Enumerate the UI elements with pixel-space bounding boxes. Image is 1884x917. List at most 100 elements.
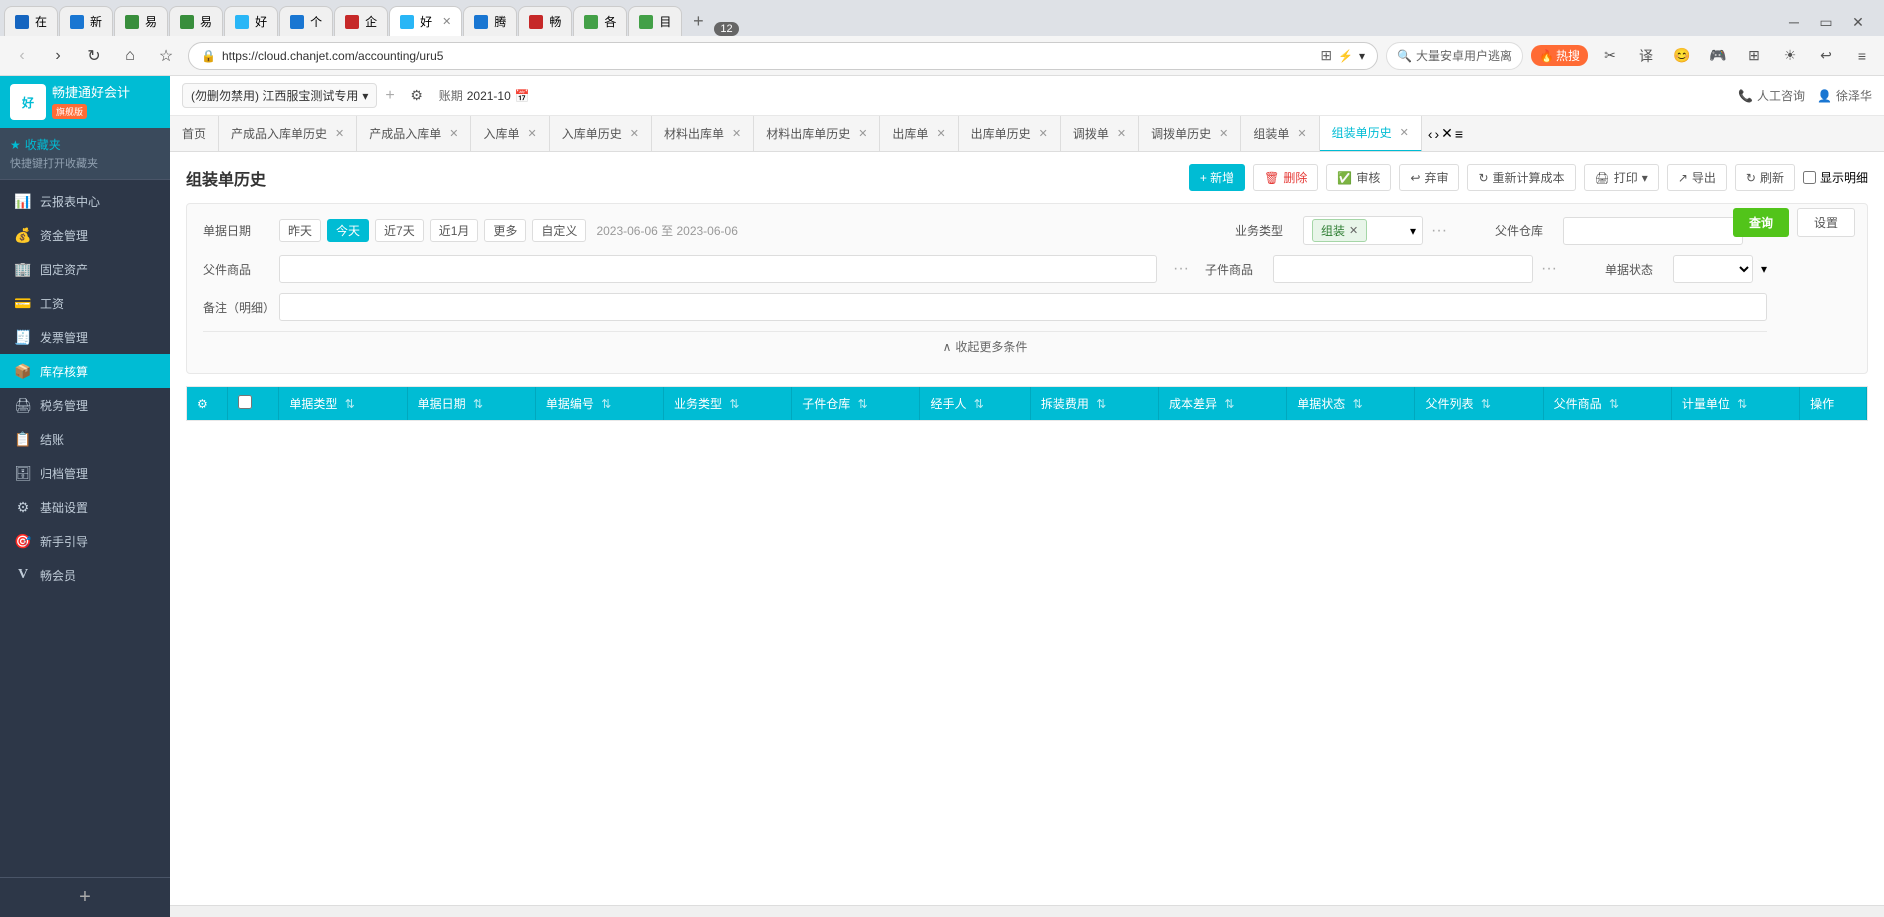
print-button[interactable]: 🖨 打印 ▾ [1584, 164, 1659, 191]
col-header-parent-list[interactable]: 父件列表 ⇅ [1415, 387, 1543, 420]
browser-tab-2[interactable]: 新 [59, 6, 113, 36]
nav-tab-inbound-history[interactable]: 入库单历史 ✕ [550, 116, 652, 152]
set-button[interactable]: 设置 [1797, 208, 1855, 237]
sidebar-item-fixed-assets[interactable]: 🏢 固定资产 [0, 252, 170, 286]
biz-type-more-btn[interactable]: ··· [1431, 222, 1447, 240]
browser-tab-6[interactable]: 个 [279, 6, 333, 36]
close-tab-assembly-history[interactable]: ✕ [1219, 127, 1228, 140]
col-header-order-status[interactable]: 单据状态 ⇅ [1287, 387, 1415, 420]
table-settings-header[interactable]: ⚙ [187, 387, 227, 420]
bookmark-button[interactable]: ☆ [152, 42, 180, 70]
search-bar[interactable]: 🔍 大量安卓用户逃离 [1386, 42, 1523, 70]
remark-input[interactable] [279, 293, 1767, 321]
browser-tab-3[interactable]: 易 [114, 6, 168, 36]
emoji-icon[interactable]: 😊 [1668, 42, 1696, 70]
nav-tab-production-inbound-history[interactable]: 产成品入库单历史 ✕ [219, 116, 357, 152]
close-tab-inbound[interactable]: ✕ [528, 127, 537, 140]
parent-goods-more-btn[interactable]: ··· [1173, 260, 1189, 278]
nav-tab-material-outbound-history[interactable]: 材料出库单历史 ✕ [754, 116, 880, 152]
sidebar-item-fund[interactable]: 💰 资金管理 [0, 218, 170, 252]
sidebar-item-payroll[interactable]: 💳 工资 [0, 286, 170, 320]
col-header-type[interactable]: 单据类型 ⇅ [279, 387, 407, 420]
add-company-btn[interactable]: + [385, 87, 394, 105]
user-button[interactable]: 👤 徐泽华 [1817, 87, 1872, 104]
company-selector[interactable]: (勿删勿禁用) 江西服宝测试专用 ▾ [182, 83, 377, 108]
sidebar-item-tax[interactable]: 🖨 税务管理 [0, 388, 170, 422]
col-header-date[interactable]: 单据日期 ⇅ [407, 387, 535, 420]
close-tab-material-outbound-history[interactable]: ✕ [858, 127, 867, 140]
reload-button[interactable]: ↻ [80, 42, 108, 70]
table-checkbox-header[interactable] [227, 387, 279, 420]
sub-goods-input[interactable] [1273, 255, 1533, 283]
back-button[interactable]: ‹ [8, 42, 36, 70]
browser-tab-5[interactable]: 好 [224, 6, 278, 36]
browser-tab-10[interactable]: 畅 [518, 6, 572, 36]
sidebar-item-settlement[interactable]: 📋 结账 [0, 422, 170, 456]
game-icon[interactable]: 🎮 [1704, 42, 1732, 70]
browser-tab-1[interactable]: 在 [4, 6, 58, 36]
parent-warehouse-input[interactable] [1563, 217, 1743, 245]
close-tab-kit-history[interactable]: ✕ [1400, 126, 1409, 139]
collapse-filter-btn[interactable]: ∧ 收起更多条件 [203, 331, 1767, 361]
audit-button[interactable]: ✅ 审核 [1326, 164, 1391, 191]
close-tab-inbound-history[interactable]: ✕ [630, 127, 639, 140]
bottom-scrollbar[interactable] [170, 905, 1884, 917]
nav-tab-assembly-history[interactable]: 调拨单历史 ✕ [1139, 116, 1241, 152]
col-header-number[interactable]: 单据编号 ⇅ [535, 387, 663, 420]
dropdown-icon[interactable]: ▾ [1359, 49, 1365, 63]
query-button[interactable]: 查询 [1733, 208, 1789, 237]
show-detail-checkbox-label[interactable]: 显示明细 [1803, 169, 1868, 186]
undo-icon[interactable]: ↩ [1812, 42, 1840, 70]
show-detail-checkbox[interactable] [1803, 171, 1816, 184]
customer-service-button[interactable]: 📞 人工咨询 [1738, 87, 1805, 104]
nav-tab-material-outbound[interactable]: 材料出库单 ✕ [652, 116, 754, 152]
date-btn-today[interactable]: 今天 [327, 219, 369, 242]
menu-icon[interactable]: ≡ [1848, 42, 1876, 70]
tab-close-all-icon[interactable]: ✕ [1441, 125, 1453, 142]
table-settings-icon[interactable]: ⚙ [197, 397, 208, 411]
home-button[interactable]: ⌂ [116, 42, 144, 70]
tab-close-8[interactable]: ✕ [442, 15, 451, 28]
tab-count[interactable]: 12 [714, 22, 738, 36]
maximize-button[interactable]: ▭ [1812, 8, 1840, 36]
minimize-button[interactable]: ─ [1780, 8, 1808, 36]
sidebar-item-cloud-report[interactable]: 📊 云报表中心 [0, 184, 170, 218]
close-tab-assembly[interactable]: ✕ [1117, 127, 1126, 140]
hot-search-badge[interactable]: 🔥 热搜 [1531, 45, 1588, 66]
grid-icon[interactable]: ⊞ [1740, 42, 1768, 70]
export-button[interactable]: ↗ 导出 [1667, 164, 1727, 191]
address-bar[interactable]: 🔒 https://cloud.chanjet.com/accounting/u… [188, 42, 1378, 70]
browser-tab-12[interactable]: 目 [628, 6, 682, 36]
close-tab-production-inbound[interactable]: ✕ [449, 127, 458, 140]
settings-gear-icon[interactable]: ⚙ [403, 82, 431, 110]
sidebar-item-invoice[interactable]: 🧾 发票管理 [0, 320, 170, 354]
col-header-unit[interactable]: 计量单位 ⇅ [1671, 387, 1799, 420]
sidebar-item-settings[interactable]: ⚙ 基础设置 [0, 490, 170, 524]
browser-tab-9[interactable]: 腾 [463, 6, 517, 36]
close-tab-material-outbound[interactable]: ✕ [732, 127, 741, 140]
tab-next-icon[interactable]: › [1435, 126, 1440, 142]
col-header-handler[interactable]: 经手人 ⇅ [920, 387, 1030, 420]
translate-icon[interactable]: 译 [1632, 42, 1660, 70]
sidebar-item-member[interactable]: V 畅会员 [0, 558, 170, 592]
browser-tab-7[interactable]: 企 [334, 6, 388, 36]
date-btn-custom[interactable]: 自定义 [532, 219, 586, 242]
nav-tab-production-inbound[interactable]: 产成品入库单 ✕ [357, 116, 471, 152]
sidebar-item-inventory[interactable]: 📦 库存核算 [0, 354, 170, 388]
nav-tab-assembly[interactable]: 调拨单 ✕ [1061, 116, 1139, 152]
delete-button[interactable]: 🗑 删除 [1253, 164, 1318, 191]
forward-button[interactable]: › [44, 42, 72, 70]
scissors-icon[interactable]: ✂ [1596, 42, 1624, 70]
select-all-checkbox[interactable] [238, 395, 252, 409]
calendar-icon[interactable]: 📅 [515, 89, 530, 103]
col-header-cost-diff[interactable]: 成本差异 ⇅ [1159, 387, 1287, 420]
add-button[interactable]: + 新增 [1189, 164, 1245, 191]
nav-tab-inbound[interactable]: 入库单 ✕ [471, 116, 549, 152]
date-btn-7days[interactable]: 近7天 [375, 219, 424, 242]
col-header-sub-warehouse[interactable]: 子件仓库 ⇅ [792, 387, 920, 420]
abandon-button[interactable]: ↩ 弃审 [1399, 164, 1459, 191]
date-btn-yesterday[interactable]: 昨天 [279, 219, 321, 242]
date-btn-more[interactable]: 更多 [484, 219, 526, 242]
refresh-button[interactable]: ↻ 刷新 [1735, 164, 1795, 191]
tab-menu-icon[interactable]: ≡ [1455, 126, 1463, 142]
